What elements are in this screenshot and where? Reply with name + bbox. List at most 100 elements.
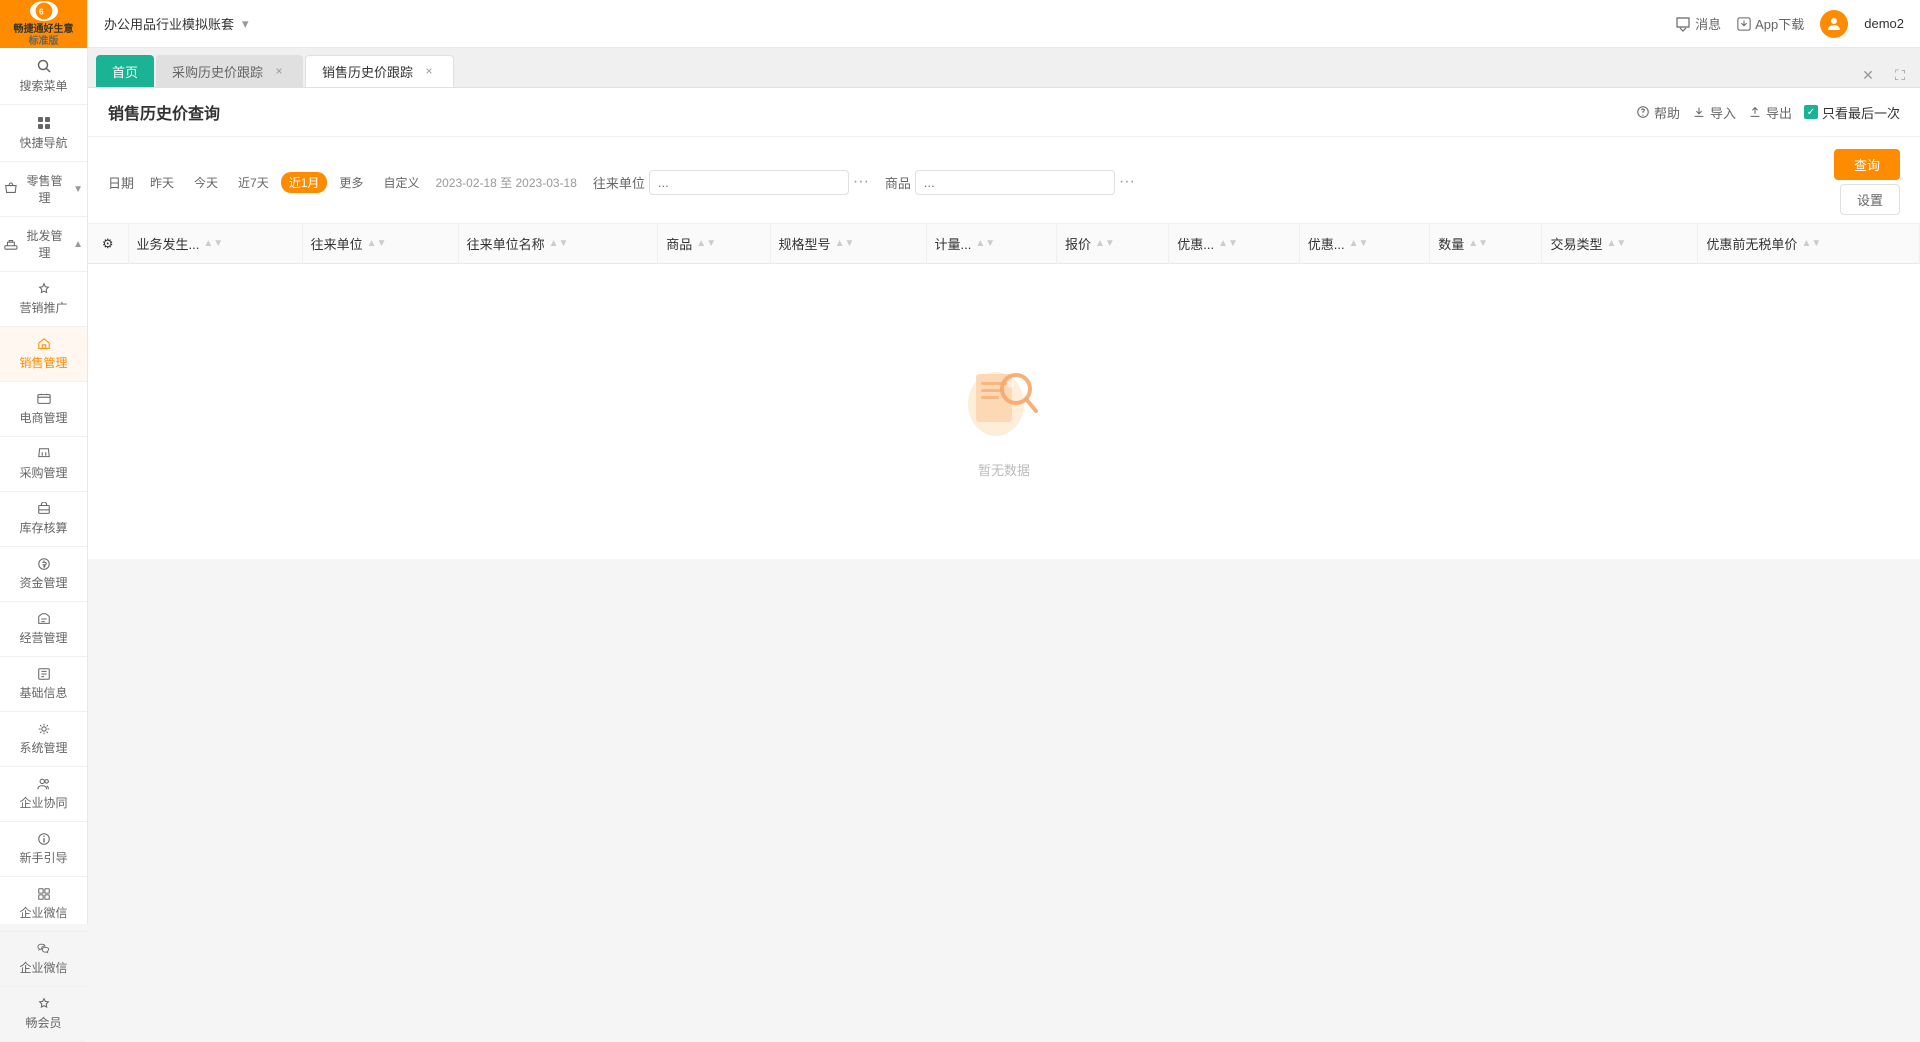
- sort-icon-discount1: ▲▼: [1218, 239, 1238, 249]
- date-pill-yesterday[interactable]: 昨天: [142, 172, 182, 193]
- query-button[interactable]: 查询: [1834, 149, 1900, 180]
- page-title-bar: 销售历史价查询 帮助 导入 导出 只看最后一次: [88, 88, 1920, 137]
- sidebar-item-member[interactable]: 畅会员: [0, 987, 87, 1042]
- date-pill-last7[interactable]: 近7天: [230, 172, 277, 193]
- header-title: 办公用品行业模拟账套: [104, 14, 234, 33]
- sidebar-item-enterprise-wechat-label: 企业微信: [19, 959, 67, 976]
- sidebar-item-quick-nav[interactable]: 快捷导航: [0, 105, 87, 162]
- export-button[interactable]: 导出: [1748, 103, 1792, 122]
- product-filter-dots[interactable]: ···: [1119, 173, 1135, 191]
- table-col-unit[interactable]: 计量... ▲▼: [926, 224, 1056, 264]
- sort-icon-quantity: ▲▼: [1468, 239, 1488, 249]
- sidebar-item-operations[interactable]: 经营管理: [0, 602, 87, 657]
- tab-purchase-close-btn[interactable]: ×: [271, 63, 287, 79]
- tab-bar: 首页 采购历史价跟踪 × 销售历史价跟踪 × ✕ ⛶: [88, 48, 1920, 88]
- sidebar-item-inventory[interactable]: 库存核算: [0, 492, 87, 547]
- partner-filter-input[interactable]: [649, 170, 849, 195]
- tab-sales-history-label: 销售历史价跟踪: [322, 62, 413, 81]
- table-col-biz-date[interactable]: 业务发生... ▲▼: [128, 224, 302, 264]
- app-download-button[interactable]: App下载: [1737, 14, 1804, 33]
- header-right: 消息 App下载 demo2: [1675, 10, 1904, 38]
- date-pill-today[interactable]: 今天: [186, 172, 226, 193]
- table-col-discount1[interactable]: 优惠... ▲▼: [1169, 224, 1299, 264]
- tab-sales-history[interactable]: 销售历史价跟踪 ×: [305, 55, 454, 87]
- table-col-partner-code[interactable]: 往来单位 ▲▼: [302, 224, 458, 264]
- import-label: 导入: [1710, 103, 1736, 122]
- app-download-label: App下载: [1755, 14, 1804, 33]
- sort-icon-pretax-price: ▲▼: [1801, 239, 1821, 249]
- tab-home[interactable]: 首页: [96, 55, 154, 87]
- date-pill-more[interactable]: 更多: [331, 172, 371, 193]
- sidebar-item-search[interactable]: 搜索菜单: [0, 48, 87, 105]
- sidebar-item-basic[interactable]: 基础信息: [0, 657, 87, 712]
- sidebar-item-ecom[interactable]: 电商管理: [0, 382, 87, 437]
- header: 办公用品行业模拟账套 ▾ 消息 App下载 demo2: [88, 0, 1920, 48]
- sidebar-item-sales-label: 销售管理: [19, 354, 67, 371]
- table-col-spec[interactable]: 规格型号 ▲▼: [770, 224, 926, 264]
- last-only-checkbox[interactable]: [1804, 105, 1818, 119]
- data-table: ⚙ 业务发生... ▲▼ 往来单位 ▲▼: [88, 224, 1920, 264]
- product-filter-input[interactable]: [915, 170, 1115, 195]
- message-button[interactable]: 消息: [1675, 14, 1721, 33]
- sidebar-item-wholesale-label: 批发管理: [21, 227, 68, 261]
- sort-icon-spec: ▲▼: [835, 239, 855, 249]
- table-col-quantity[interactable]: 数量 ▲▼: [1430, 224, 1542, 264]
- table-col-discount2[interactable]: 优惠... ▲▼: [1299, 224, 1429, 264]
- sidebar-item-basic-label: 基础信息: [19, 684, 67, 701]
- date-filter-label: 日期: [108, 173, 134, 192]
- sidebar-item-marketing[interactable]: 营销推广: [0, 272, 87, 327]
- sidebar-item-finance-label: 资金管理: [19, 574, 67, 591]
- last-only-label: 只看最后一次: [1822, 103, 1900, 122]
- tab-sales-close-btn[interactable]: ×: [421, 63, 437, 79]
- tab-home-label: 首页: [112, 62, 138, 81]
- table-col-trade-type[interactable]: 交易类型 ▲▼: [1542, 224, 1698, 264]
- tab-purchase-history-label: 采购历史价跟踪: [172, 62, 263, 81]
- sidebar-item-enterprise[interactable]: 企业协同: [0, 767, 87, 822]
- header-dropdown-arrow[interactable]: ▾: [242, 16, 249, 32]
- sidebar-item-wholesale[interactable]: 批发管理 ▲: [0, 217, 87, 272]
- gear-icon[interactable]: ⚙: [102, 236, 114, 251]
- sidebar-item-retail-label: 零售管理: [21, 172, 68, 206]
- export-label: 导出: [1766, 103, 1792, 122]
- wholesale-expand-arrow: ▲: [73, 239, 83, 250]
- sidebar-item-search-label: 搜索菜单: [19, 77, 67, 94]
- header-left: 办公用品行业模拟账套 ▾: [104, 14, 249, 33]
- sidebar-item-retail[interactable]: 零售管理 ▼: [0, 162, 87, 217]
- sidebar-item-purchase[interactable]: 采购管理: [0, 437, 87, 492]
- date-pill-custom[interactable]: 自定义: [375, 172, 427, 193]
- table-col-product[interactable]: 商品 ▲▼: [658, 224, 770, 264]
- tab-maximize-btn[interactable]: ⛶: [1888, 63, 1912, 87]
- sort-icon-trade-type: ▲▼: [1606, 239, 1626, 249]
- sidebar-item-member-label: 畅会员: [25, 1014, 61, 1031]
- import-button[interactable]: 导入: [1692, 103, 1736, 122]
- sidebar-item-finance[interactable]: 资金管理: [0, 547, 87, 602]
- sort-icon-partner-name: ▲▼: [549, 239, 569, 249]
- date-pill-last1m[interactable]: 近1月: [281, 172, 328, 193]
- username[interactable]: demo2: [1864, 16, 1904, 31]
- settings-button[interactable]: 设置: [1840, 184, 1900, 215]
- sidebar-item-quick-nav-label: 快捷导航: [19, 134, 67, 151]
- tab-close-all-btn[interactable]: ✕: [1856, 63, 1880, 87]
- product-filter-label: 商品: [885, 173, 911, 192]
- date-range-display: 2023-02-18 至 2023-03-18: [435, 174, 576, 191]
- user-avatar: [1820, 10, 1848, 38]
- tab-purchase-history[interactable]: 采购历史价跟踪 ×: [156, 55, 303, 87]
- table-col-pretax-price[interactable]: 优惠前无税单价 ▲▼: [1698, 224, 1920, 264]
- logo-icon: 6: [30, 1, 58, 21]
- sidebar-item-guide[interactable]: 新手引导: [0, 822, 87, 877]
- table-col-quoted-price[interactable]: 报价 ▲▼: [1056, 224, 1168, 264]
- table-col-partner-name[interactable]: 往来单位名称 ▲▼: [458, 224, 658, 264]
- sidebar-item-enterprise-wechat[interactable]: 企业微信: [0, 932, 87, 987]
- partner-filter-dots[interactable]: ···: [853, 173, 869, 191]
- sort-icon-product: ▲▼: [696, 239, 716, 249]
- sidebar-item-sales[interactable]: 销售管理: [0, 327, 87, 382]
- help-button[interactable]: 帮助: [1636, 103, 1680, 122]
- table-col-settings[interactable]: ⚙: [88, 224, 128, 264]
- sidebar-item-guide-label: 新手引导: [19, 849, 67, 866]
- sort-icon-discount2: ▲▼: [1349, 239, 1369, 249]
- last-only-checkbox-label[interactable]: 只看最后一次: [1804, 103, 1900, 122]
- empty-state-icon: [954, 344, 1054, 444]
- page-content: 销售历史价查询 帮助 导入 导出 只看最后一次: [88, 88, 1920, 924]
- retail-expand-arrow: ▼: [73, 184, 83, 195]
- sidebar-item-system[interactable]: 系统管理: [0, 712, 87, 767]
